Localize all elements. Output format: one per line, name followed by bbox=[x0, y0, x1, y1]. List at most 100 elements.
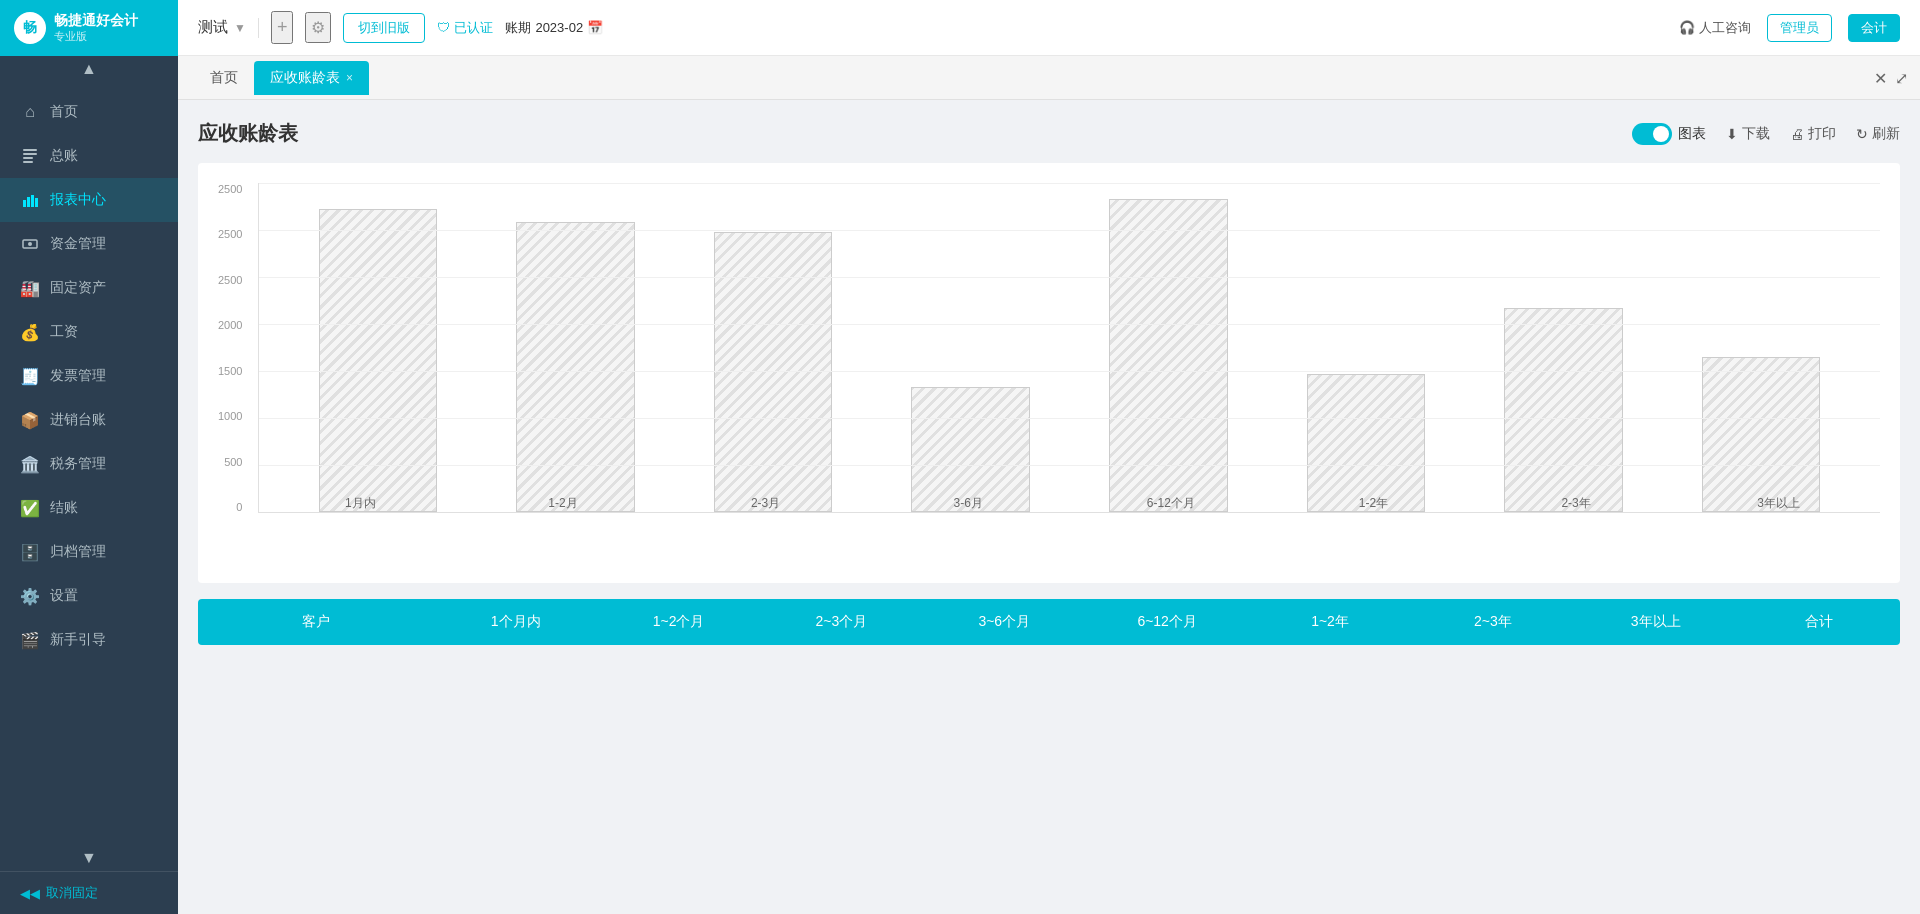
bar-6 bbox=[1504, 308, 1623, 512]
logo-text: 畅捷通好会计 专业版 bbox=[54, 12, 138, 44]
sidebar-item-settings[interactable]: ⚙️ 设置 bbox=[0, 574, 178, 618]
print-icon: 🖨 bbox=[1790, 126, 1804, 142]
headset-icon: 🎧 bbox=[1679, 20, 1695, 35]
workspace-arrow-icon: ▼ bbox=[234, 21, 246, 35]
sidebar-item-ledger[interactable]: 总账 bbox=[0, 134, 178, 178]
manager-btn[interactable]: 管理员 bbox=[1767, 14, 1832, 42]
nav-label-archive: 归档管理 bbox=[50, 543, 106, 561]
svg-rect-4 bbox=[23, 200, 26, 207]
svg-rect-5 bbox=[27, 197, 30, 207]
tax-icon: 🏛️ bbox=[20, 454, 40, 474]
download-btn[interactable]: ⬇ 下载 bbox=[1726, 125, 1770, 143]
settings-icon: ⚙️ bbox=[20, 586, 40, 606]
calendar-icon: 📅 bbox=[587, 20, 603, 35]
expand-tab-btn[interactable]: ⤢ bbox=[1895, 68, 1908, 87]
y-label-5: 1000 bbox=[218, 410, 248, 422]
cancel-fixed-btn[interactable]: ◀◀ 取消固定 bbox=[0, 871, 178, 914]
bar-0 bbox=[319, 209, 438, 512]
service-btn[interactable]: 🎧 人工咨询 bbox=[1679, 19, 1751, 37]
topbar-right: 🎧 人工咨询 管理员 会计 bbox=[1679, 14, 1900, 42]
col-header-1-2m: 1~2个月 bbox=[597, 599, 760, 645]
sidebar-item-assets[interactable]: 🏭 固定资产 bbox=[0, 266, 178, 310]
main-area: 测试 ▼ + ⚙ 切到旧版 🛡 已认证 账期 2023-02 📅 🎧 人工咨询 … bbox=[178, 0, 1920, 914]
grid-line-3 bbox=[259, 324, 1880, 325]
svg-rect-1 bbox=[23, 153, 37, 155]
cancel-fixed-label: 取消固定 bbox=[46, 884, 98, 902]
chart-y-axis: 2500 2500 2500 2000 1500 1000 500 0 bbox=[218, 183, 248, 513]
topbar: 测试 ▼ + ⚙ 切到旧版 🛡 已认证 账期 2023-02 📅 🎧 人工咨询 … bbox=[178, 0, 1920, 56]
tab-ar-aging-label: 应收账龄表 bbox=[270, 69, 340, 87]
nav-label-payroll: 工资 bbox=[50, 323, 78, 341]
sidebar-item-funds[interactable]: 资金管理 bbox=[0, 222, 178, 266]
guide-icon: 🎬 bbox=[20, 630, 40, 650]
bar-group-0 bbox=[279, 183, 477, 512]
tab-close-btn[interactable]: × bbox=[346, 71, 353, 85]
scroll-up-btn[interactable]: ▲ bbox=[81, 60, 97, 78]
toggle-switch[interactable] bbox=[1632, 123, 1672, 145]
col-header-2-3m: 2~3个月 bbox=[760, 599, 923, 645]
close-tab-btn[interactable]: ✕ bbox=[1874, 68, 1887, 87]
chart-x-labels: 1月内 1-2月 2-3月 3-6月 6-12个月 1-2年 2-3年 3年以上 bbox=[259, 489, 1880, 512]
col-header-2-3y: 2~3年 bbox=[1411, 599, 1574, 645]
x-label-3: 3-6月 bbox=[867, 489, 1070, 512]
grid-line-0 bbox=[259, 183, 1880, 184]
sidebar-item-closing[interactable]: ✅ 结账 bbox=[0, 486, 178, 530]
x-label-4: 6-12个月 bbox=[1070, 489, 1273, 512]
sidebar-item-invoice[interactable]: 🧾 发票管理 bbox=[0, 354, 178, 398]
tab-home-label: 首页 bbox=[210, 69, 238, 87]
x-label-2: 2-3月 bbox=[664, 489, 867, 512]
accountant-btn[interactable]: 会计 bbox=[1848, 14, 1900, 42]
nav-label-funds: 资金管理 bbox=[50, 235, 106, 253]
svg-rect-7 bbox=[35, 198, 38, 207]
refresh-btn[interactable]: ↻ 刷新 bbox=[1856, 125, 1900, 143]
bar-group-2 bbox=[674, 183, 872, 512]
payroll-icon: 💰 bbox=[20, 322, 40, 342]
trade-icon: 📦 bbox=[20, 410, 40, 430]
tab-ar-aging[interactable]: 应收账龄表 × bbox=[254, 61, 369, 95]
chart-container: 2500 2500 2500 2000 1500 1000 500 0 bbox=[198, 163, 1900, 583]
logo-icon: 畅 bbox=[14, 12, 46, 44]
workspace-selector[interactable]: 测试 ▼ bbox=[198, 18, 246, 37]
nav-label-settings: 设置 bbox=[50, 587, 78, 605]
chart-toggle[interactable]: 图表 bbox=[1632, 123, 1706, 145]
sidebar-item-trade[interactable]: 📦 进销台账 bbox=[0, 398, 178, 442]
sidebar-item-archive[interactable]: 🗄️ 归档管理 bbox=[0, 530, 178, 574]
closing-icon: ✅ bbox=[20, 498, 40, 518]
sidebar-scroll-down[interactable]: ▼ bbox=[0, 845, 178, 871]
add-workspace-btn[interactable]: + bbox=[271, 11, 294, 44]
sidebar-scroll-up[interactable]: ▲ bbox=[0, 56, 178, 82]
y-label-6: 500 bbox=[224, 456, 248, 468]
scroll-down-btn[interactable]: ▼ bbox=[81, 849, 97, 867]
sidebar-item-home[interactable]: ⌂ 首页 bbox=[0, 90, 178, 134]
bar-group-3 bbox=[872, 183, 1070, 512]
grid-line-5 bbox=[259, 418, 1880, 419]
settings-btn[interactable]: ⚙ bbox=[305, 12, 331, 43]
bar-group-7 bbox=[1662, 183, 1860, 512]
report-actions: 图表 ⬇ 下载 🖨 打印 ↻ 刷新 bbox=[1632, 123, 1900, 145]
svg-rect-6 bbox=[31, 195, 34, 207]
tabbar: 首页 应收账龄表 × ✕ ⤢ bbox=[178, 56, 1920, 100]
sidebar-item-tax[interactable]: 🏛️ 税务管理 bbox=[0, 442, 178, 486]
sidebar-item-payroll[interactable]: 💰 工资 bbox=[0, 310, 178, 354]
certified-badge: 🛡 已认证 bbox=[437, 19, 493, 37]
sidebar-nav: ⌂ 首页 总账 报表中心 资金管理 bbox=[0, 82, 178, 670]
x-label-1: 1-2月 bbox=[462, 489, 665, 512]
ledger-icon bbox=[20, 146, 40, 166]
report-header: 应收账龄表 图表 ⬇ 下载 🖨 打印 ↻ 刷新 bbox=[198, 120, 1900, 147]
print-label: 打印 bbox=[1808, 125, 1836, 143]
tab-home[interactable]: 首页 bbox=[194, 61, 254, 95]
sidebar-item-guide[interactable]: 🎬 新手引导 bbox=[0, 618, 178, 662]
grid-line-6 bbox=[259, 465, 1880, 466]
toggle-label: 图表 bbox=[1678, 125, 1706, 143]
certified-text: 已认证 bbox=[454, 19, 493, 37]
period-display: 账期 2023-02 📅 bbox=[505, 19, 603, 37]
pin-icon: ◀◀ bbox=[20, 886, 40, 901]
switch-version-btn[interactable]: 切到旧版 bbox=[343, 13, 425, 43]
sidebar: 畅 畅捷通好会计 专业版 ▲ ⌂ 首页 总账 bbox=[0, 0, 178, 914]
grid-line-2 bbox=[259, 277, 1880, 278]
period-label: 账期 bbox=[505, 19, 531, 37]
bar-group-4 bbox=[1070, 183, 1268, 512]
sidebar-item-reports[interactable]: 报表中心 bbox=[0, 178, 178, 222]
nav-label-guide: 新手引导 bbox=[50, 631, 106, 649]
print-btn[interactable]: 🖨 打印 bbox=[1790, 125, 1836, 143]
